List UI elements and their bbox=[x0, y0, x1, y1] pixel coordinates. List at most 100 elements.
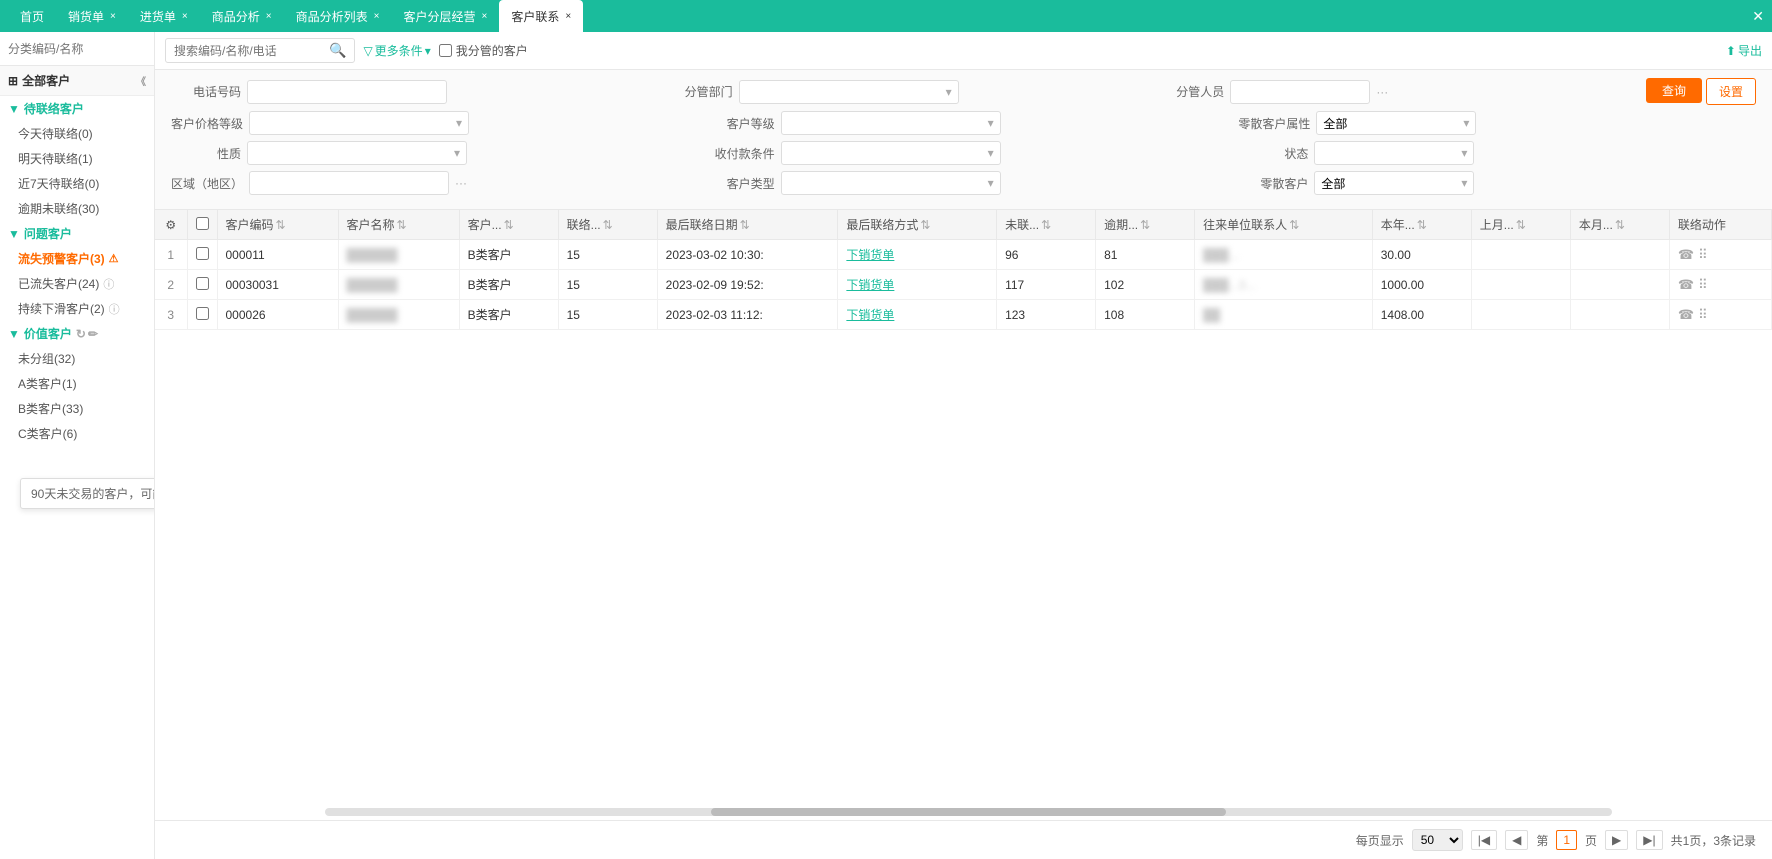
edit-icon[interactable]: ✏ bbox=[88, 327, 98, 341]
col-current-year[interactable]: 本年... ⇅ bbox=[1372, 210, 1471, 240]
col-last-method[interactable]: 最后联络方式 ⇅ bbox=[838, 210, 997, 240]
customer-type-select[interactable]: ▾ bbox=[781, 171, 1001, 195]
col-last-month[interactable]: 上月... ⇅ bbox=[1471, 210, 1570, 240]
tab-purchase-close[interactable]: × bbox=[182, 11, 188, 22]
row-2-checkbox[interactable] bbox=[196, 277, 209, 290]
my-customers-checkbox[interactable] bbox=[439, 44, 452, 57]
row-2-name[interactable]: ██████ bbox=[338, 270, 459, 300]
tab-home[interactable]: 首页 bbox=[8, 0, 56, 32]
first-page-button[interactable]: |◀ bbox=[1471, 830, 1497, 850]
main-layout: 🔍 ⊞ 全部客户 《 ▼ 待联络客户 今天待联络(0) 明天待联络(1) 近7天… bbox=[0, 32, 1772, 859]
tab-customer-contact[interactable]: 客户联系 × bbox=[499, 0, 583, 32]
tab-sales-close[interactable]: × bbox=[110, 11, 116, 22]
collapse-icon[interactable]: 《 bbox=[136, 73, 146, 88]
sidebar-item-tomorrow-pending[interactable]: 明天待联络(1) bbox=[0, 146, 154, 171]
checkbox-col-header[interactable] bbox=[187, 210, 217, 240]
col-contact[interactable]: 联络... ⇅ bbox=[558, 210, 657, 240]
more-conditions-button[interactable]: ▽ 更多条件 ▾ bbox=[363, 42, 430, 59]
sidebar-section-pending[interactable]: ▼ 待联络客户 bbox=[0, 96, 154, 121]
search-input[interactable] bbox=[174, 44, 329, 58]
sidebar-item-today-pending[interactable]: 今天待联络(0) bbox=[0, 121, 154, 146]
manager-dots[interactable]: ··· bbox=[1376, 85, 1388, 99]
customer-level-select[interactable]: ▾ bbox=[781, 111, 1001, 135]
sidebar-item-ungroup[interactable]: 未分组(32) bbox=[0, 346, 154, 371]
zero-customer-select[interactable]: 全部 ▾ bbox=[1314, 171, 1474, 195]
row-1-name[interactable]: ██████ bbox=[338, 240, 459, 270]
tab-goods-list[interactable]: 商品分析列表 × bbox=[284, 0, 392, 32]
export-button[interactable]: ⬆ 导出 bbox=[1726, 42, 1762, 59]
tab-customer-tier[interactable]: 客户分层经营 × bbox=[391, 0, 499, 32]
tab-sales[interactable]: 销货单 × bbox=[56, 0, 128, 32]
sidebar-section-value[interactable]: ▼ 价值客户 ↻ ✏ bbox=[0, 321, 154, 346]
tab-goods-list-close[interactable]: × bbox=[374, 11, 380, 22]
col-current-month[interactable]: 本月... ⇅ bbox=[1570, 210, 1669, 240]
sidebar-item-a-class[interactable]: A类客户(1) bbox=[0, 371, 154, 396]
row-2-contact-icon[interactable]: ☎ bbox=[1678, 277, 1694, 293]
dept-select[interactable]: ▾ bbox=[739, 80, 959, 104]
sidebar-item-churned[interactable]: 已流失客户(24) ⓘ bbox=[0, 271, 154, 296]
row-1-more-icon[interactable]: ⠿ bbox=[1698, 247, 1708, 263]
sidebar-item-7days-pending[interactable]: 近7天待联络(0) bbox=[0, 171, 154, 196]
row-2-curr-month bbox=[1570, 270, 1669, 300]
row-3-method-link[interactable]: 下销货单 bbox=[846, 308, 894, 322]
row-checkbox-2[interactable] bbox=[187, 270, 217, 300]
tab-goods-analysis-close[interactable]: × bbox=[266, 11, 272, 22]
last-page-button[interactable]: ▶| bbox=[1636, 830, 1662, 850]
row-checkbox-3[interactable] bbox=[187, 300, 217, 330]
status-select[interactable]: ▾ bbox=[1314, 141, 1474, 165]
price-level-select[interactable]: ▾ bbox=[249, 111, 469, 135]
sidebar-item-declining[interactable]: 持续下滑客户(2) ⓘ bbox=[0, 296, 154, 321]
zero-attr-select[interactable]: 全部 ▾ bbox=[1316, 111, 1476, 135]
query-button[interactable]: 查询 bbox=[1646, 78, 1702, 103]
tab-goods-analysis[interactable]: 商品分析 × bbox=[200, 0, 284, 32]
per-page-select[interactable]: 50 20 100 bbox=[1412, 829, 1463, 851]
settings-button[interactable]: 设置 bbox=[1706, 78, 1756, 105]
sidebar-item-churn-warning[interactable]: 流失预警客户(3) ⚠ bbox=[0, 246, 154, 271]
row-3-checkbox[interactable] bbox=[196, 307, 209, 320]
select-all-checkbox[interactable] bbox=[196, 217, 209, 230]
gender-select[interactable]: ▾ bbox=[247, 141, 467, 165]
phone-label: 电话号码 bbox=[171, 83, 241, 100]
settings-col-header[interactable]: ⚙ bbox=[155, 210, 187, 240]
row-2-last-method[interactable]: 下销货单 bbox=[838, 270, 997, 300]
row-1-last-method[interactable]: 下销货单 bbox=[838, 240, 997, 270]
tab-customer-contact-close[interactable]: × bbox=[565, 11, 571, 22]
tab-purchase[interactable]: 进货单 × bbox=[128, 0, 200, 32]
sidebar-item-overdue-pending[interactable]: 逾期未联络(30) bbox=[0, 196, 154, 221]
row-3-contact-icon[interactable]: ☎ bbox=[1678, 307, 1694, 323]
row-3-last-method[interactable]: 下销货单 bbox=[838, 300, 997, 330]
col-last-date[interactable]: 最后联络日期 ⇅ bbox=[657, 210, 838, 240]
row-1-checkbox[interactable] bbox=[196, 247, 209, 260]
sidebar-item-c-class[interactable]: C类客户(6) bbox=[0, 421, 154, 446]
col-type[interactable]: 客户... ⇅ bbox=[459, 210, 558, 240]
search-button[interactable]: 🔍 bbox=[329, 42, 346, 59]
phone-input[interactable] bbox=[247, 80, 447, 104]
close-window-button[interactable]: ✕ bbox=[1752, 8, 1764, 25]
row-3-more-icon[interactable]: ⠿ bbox=[1698, 307, 1708, 323]
payment-select[interactable]: ▾ bbox=[781, 141, 1001, 165]
prev-page-button[interactable]: ◀ bbox=[1505, 830, 1528, 850]
row-checkbox-1[interactable] bbox=[187, 240, 217, 270]
row-1-method-link[interactable]: 下销货单 bbox=[846, 248, 894, 262]
sidebar-search-input[interactable] bbox=[8, 42, 155, 56]
row-2-method-link[interactable]: 下销货单 bbox=[846, 278, 894, 292]
sidebar-item-b-class[interactable]: B类客户(33) bbox=[0, 396, 154, 421]
row-1-contact-icon[interactable]: ☎ bbox=[1678, 247, 1694, 263]
refresh-icon[interactable]: ↻ bbox=[76, 327, 86, 341]
col-overdue[interactable]: 逾期... ⇅ bbox=[1096, 210, 1195, 240]
my-customers-checkbox-area[interactable]: 我分管的客户 bbox=[439, 42, 528, 59]
col-unit-contact[interactable]: 往来单位联系人 ⇅ bbox=[1195, 210, 1373, 240]
col-not-contacted[interactable]: 未联... ⇅ bbox=[997, 210, 1096, 240]
region-input[interactable] bbox=[249, 171, 449, 195]
manager-input[interactable] bbox=[1230, 80, 1370, 104]
region-dots[interactable]: ··· bbox=[455, 176, 467, 190]
sidebar-section-problem[interactable]: ▼ 问题客户 bbox=[0, 221, 154, 246]
col-code[interactable]: 客户编码 ⇅ bbox=[217, 210, 338, 240]
all-customers-header[interactable]: ⊞ 全部客户 《 bbox=[0, 66, 154, 96]
col-name[interactable]: 客户名称 ⇅ bbox=[338, 210, 459, 240]
next-page-button[interactable]: ▶ bbox=[1605, 830, 1628, 850]
gender-arrow: ▾ bbox=[454, 146, 460, 160]
row-2-more-icon[interactable]: ⠿ bbox=[1698, 277, 1708, 293]
tab-customer-tier-close[interactable]: × bbox=[481, 11, 487, 22]
row-3-name[interactable]: ██████ bbox=[338, 300, 459, 330]
